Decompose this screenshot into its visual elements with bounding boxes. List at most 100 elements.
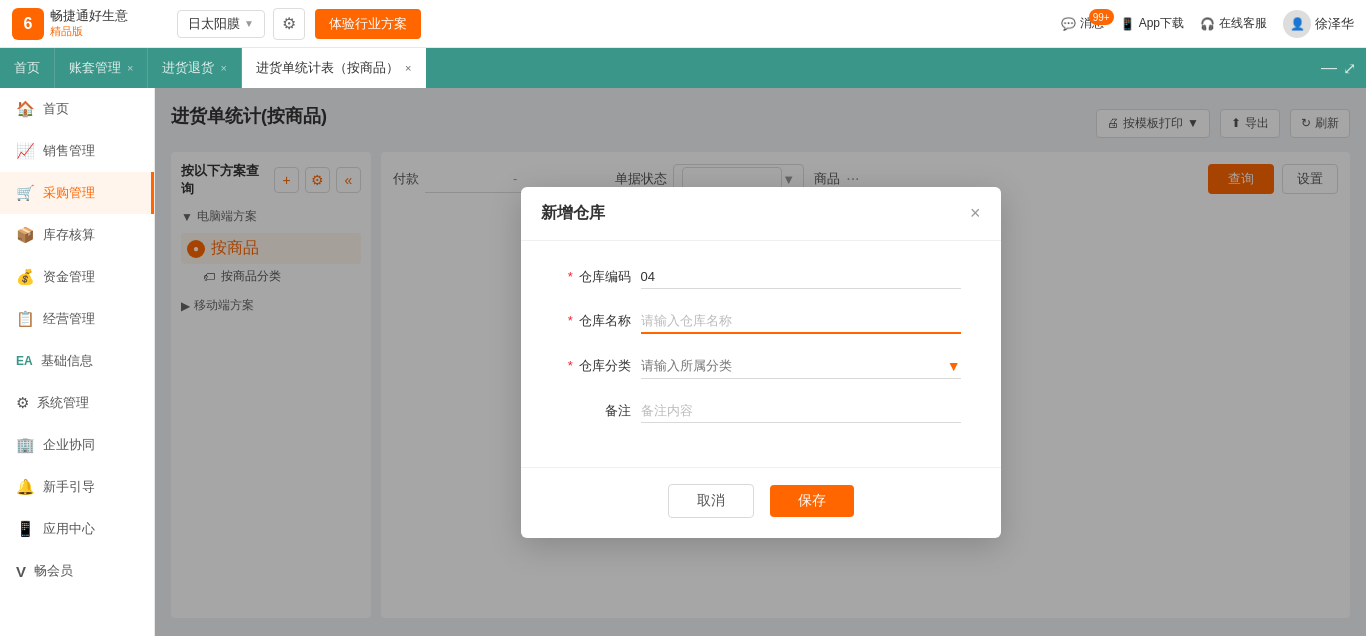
form-row-note: 备注 bbox=[561, 399, 961, 423]
logo-area: 6 畅捷通好生意 精品版 bbox=[12, 8, 167, 40]
chevron-down-icon: ▼ bbox=[244, 18, 254, 29]
gear-button[interactable]: ⚙ bbox=[273, 8, 305, 40]
tab-purchase-return[interactable]: 进货退货 × bbox=[148, 48, 241, 88]
sidebar-enterprise-label: 企业协同 bbox=[43, 436, 95, 454]
sidebar-item-sales[interactable]: 📈 销售管理 bbox=[0, 130, 154, 172]
sidebar-home-label: 首页 bbox=[43, 100, 69, 118]
logo-text-group: 畅捷通好生意 精品版 bbox=[50, 8, 128, 40]
form-row-name: * 仓库名称 bbox=[561, 309, 961, 334]
modal-header: 新增仓库 × bbox=[521, 187, 1001, 241]
sidebar-item-membership[interactable]: V 畅会员 bbox=[0, 550, 154, 592]
service-label: 在线客服 bbox=[1219, 15, 1267, 32]
logo-sub: 精品版 bbox=[50, 24, 128, 39]
business-icon: 📋 bbox=[16, 310, 35, 328]
modal-title: 新增仓库 bbox=[541, 203, 605, 224]
store-name: 日太阳膜 bbox=[188, 15, 240, 33]
user-name: 徐泽华 bbox=[1315, 15, 1354, 33]
category-input[interactable] bbox=[641, 358, 947, 373]
sidebar-item-app-center[interactable]: 📱 应用中心 bbox=[0, 508, 154, 550]
tab-home[interactable]: 首页 bbox=[0, 48, 55, 88]
new-warehouse-modal: 新增仓库 × * 仓库编码 * bbox=[521, 187, 1001, 538]
sidebar-finance-label: 资金管理 bbox=[43, 268, 95, 286]
system-icon: ⚙ bbox=[16, 394, 29, 412]
sidebar-app-center-label: 应用中心 bbox=[43, 520, 95, 538]
tab-purchase-return-label: 进货退货 bbox=[162, 59, 214, 77]
logo-icon: 6 bbox=[12, 8, 44, 40]
sales-icon: 📈 bbox=[16, 142, 35, 160]
tab-purchase-stats-label: 进货单统计表（按商品） bbox=[256, 59, 399, 77]
main-layout: 🏠 首页 📈 销售管理 🛒 采购管理 📦 库存核算 💰 资金管理 📋 经营管理 … bbox=[0, 88, 1366, 636]
app-label: App下载 bbox=[1139, 15, 1184, 32]
sidebar-sales-label: 销售管理 bbox=[43, 142, 95, 160]
sidebar-item-business[interactable]: 📋 经营管理 bbox=[0, 298, 154, 340]
required-star-code: * bbox=[568, 269, 573, 284]
sidebar-item-enterprise[interactable]: 🏢 企业协同 bbox=[0, 424, 154, 466]
top-header: 6 畅捷通好生意 精品版 日太阳膜 ▼ ⚙ 体验行业方案 💬 消息 99+ 📱 … bbox=[0, 0, 1366, 48]
tab-maximize-icon[interactable]: ⤢ bbox=[1343, 59, 1356, 78]
tab-purchase-return-close[interactable]: × bbox=[220, 62, 226, 74]
form-row-code: * 仓库编码 bbox=[561, 265, 961, 289]
sidebar-business-label: 经营管理 bbox=[43, 310, 95, 328]
avatar: 👤 bbox=[1283, 10, 1311, 38]
basic-info-icon: EA bbox=[16, 354, 33, 368]
header-right: 💬 消息 99+ 📱 App下载 🎧 在线客服 👤 徐泽华 bbox=[1061, 10, 1354, 38]
category-select-row: ▼ bbox=[641, 354, 961, 379]
warehouse-note-input[interactable] bbox=[641, 399, 961, 423]
modal-overlay: 新增仓库 × * 仓库编码 * bbox=[155, 88, 1366, 636]
name-label: * 仓库名称 bbox=[561, 312, 631, 330]
cancel-button[interactable]: 取消 bbox=[668, 484, 754, 518]
app-download-item[interactable]: 📱 App下载 bbox=[1120, 15, 1184, 32]
headset-icon: 🎧 bbox=[1200, 17, 1215, 31]
sidebar-purchase-label: 采购管理 bbox=[43, 184, 95, 202]
tab-bar: 首页 账套管理 × 进货退货 × 进货单统计表（按商品） × — ⤢ bbox=[0, 48, 1366, 88]
tab-purchase-stats[interactable]: 进货单统计表（按商品） × bbox=[242, 48, 426, 88]
required-star-category: * bbox=[568, 358, 573, 373]
modal-close-button[interactable]: × bbox=[970, 203, 981, 224]
note-label: 备注 bbox=[561, 402, 631, 420]
message-item[interactable]: 💬 消息 99+ bbox=[1061, 15, 1104, 32]
sidebar-item-system[interactable]: ⚙ 系统管理 bbox=[0, 382, 154, 424]
tab-minimize-icon[interactable]: — bbox=[1321, 59, 1337, 77]
user-avatar-area[interactable]: 👤 徐泽华 bbox=[1283, 10, 1354, 38]
store-selector[interactable]: 日太阳膜 ▼ bbox=[177, 10, 265, 38]
tab-purchase-stats-close[interactable]: × bbox=[405, 62, 411, 74]
app-icon: 📱 bbox=[1120, 17, 1135, 31]
service-item[interactable]: 🎧 在线客服 bbox=[1200, 15, 1267, 32]
enterprise-icon: 🏢 bbox=[16, 436, 35, 454]
sidebar-item-purchase[interactable]: 🛒 采购管理 bbox=[0, 172, 154, 214]
finance-icon: 💰 bbox=[16, 268, 35, 286]
warehouse-code-input[interactable] bbox=[641, 265, 961, 289]
sidebar-system-label: 系统管理 bbox=[37, 394, 89, 412]
required-star-name: * bbox=[568, 313, 573, 328]
tab-home-label: 首页 bbox=[14, 59, 40, 77]
category-label: * 仓库分类 bbox=[561, 357, 631, 375]
category-arrow-icon: ▼ bbox=[947, 358, 961, 374]
warehouse-name-input[interactable] bbox=[641, 309, 961, 334]
form-row-category: * 仓库分类 ▼ bbox=[561, 354, 961, 379]
sidebar-membership-label: 畅会员 bbox=[34, 562, 73, 580]
newbie-icon: 🔔 bbox=[16, 478, 35, 496]
tab-accounts-label: 账套管理 bbox=[69, 59, 121, 77]
home-icon: 🏠 bbox=[16, 100, 35, 118]
inventory-icon: 📦 bbox=[16, 226, 35, 244]
purchase-icon: 🛒 bbox=[16, 184, 35, 202]
modal-body: * 仓库编码 * 仓库名称 bbox=[521, 241, 1001, 467]
tab-accounts[interactable]: 账套管理 × bbox=[55, 48, 148, 88]
app-center-icon: 📱 bbox=[16, 520, 35, 538]
tab-accounts-close[interactable]: × bbox=[127, 62, 133, 74]
sidebar-item-inventory[interactable]: 📦 库存核算 bbox=[0, 214, 154, 256]
content-area: 进货单统计(按商品) 🖨 按模板打印 ▼ ⬆ 导出 ↻ 刷新 bbox=[155, 88, 1366, 636]
gear-icon: ⚙ bbox=[282, 14, 296, 33]
sidebar-item-newbie[interactable]: 🔔 新手引导 bbox=[0, 466, 154, 508]
experience-button[interactable]: 体验行业方案 bbox=[315, 9, 421, 39]
sidebar-item-home[interactable]: 🏠 首页 bbox=[0, 88, 154, 130]
modal-footer: 取消 保存 bbox=[521, 467, 1001, 538]
message-icon: 💬 bbox=[1061, 17, 1076, 31]
tab-controls: — ⤢ bbox=[1321, 59, 1366, 78]
membership-icon: V bbox=[16, 563, 26, 580]
save-button[interactable]: 保存 bbox=[770, 485, 854, 517]
sidebar-inventory-label: 库存核算 bbox=[43, 226, 95, 244]
sidebar-item-finance[interactable]: 💰 资金管理 bbox=[0, 256, 154, 298]
sidebar-item-basic-info[interactable]: EA 基础信息 bbox=[0, 340, 154, 382]
sidebar-basic-info-label: 基础信息 bbox=[41, 352, 93, 370]
